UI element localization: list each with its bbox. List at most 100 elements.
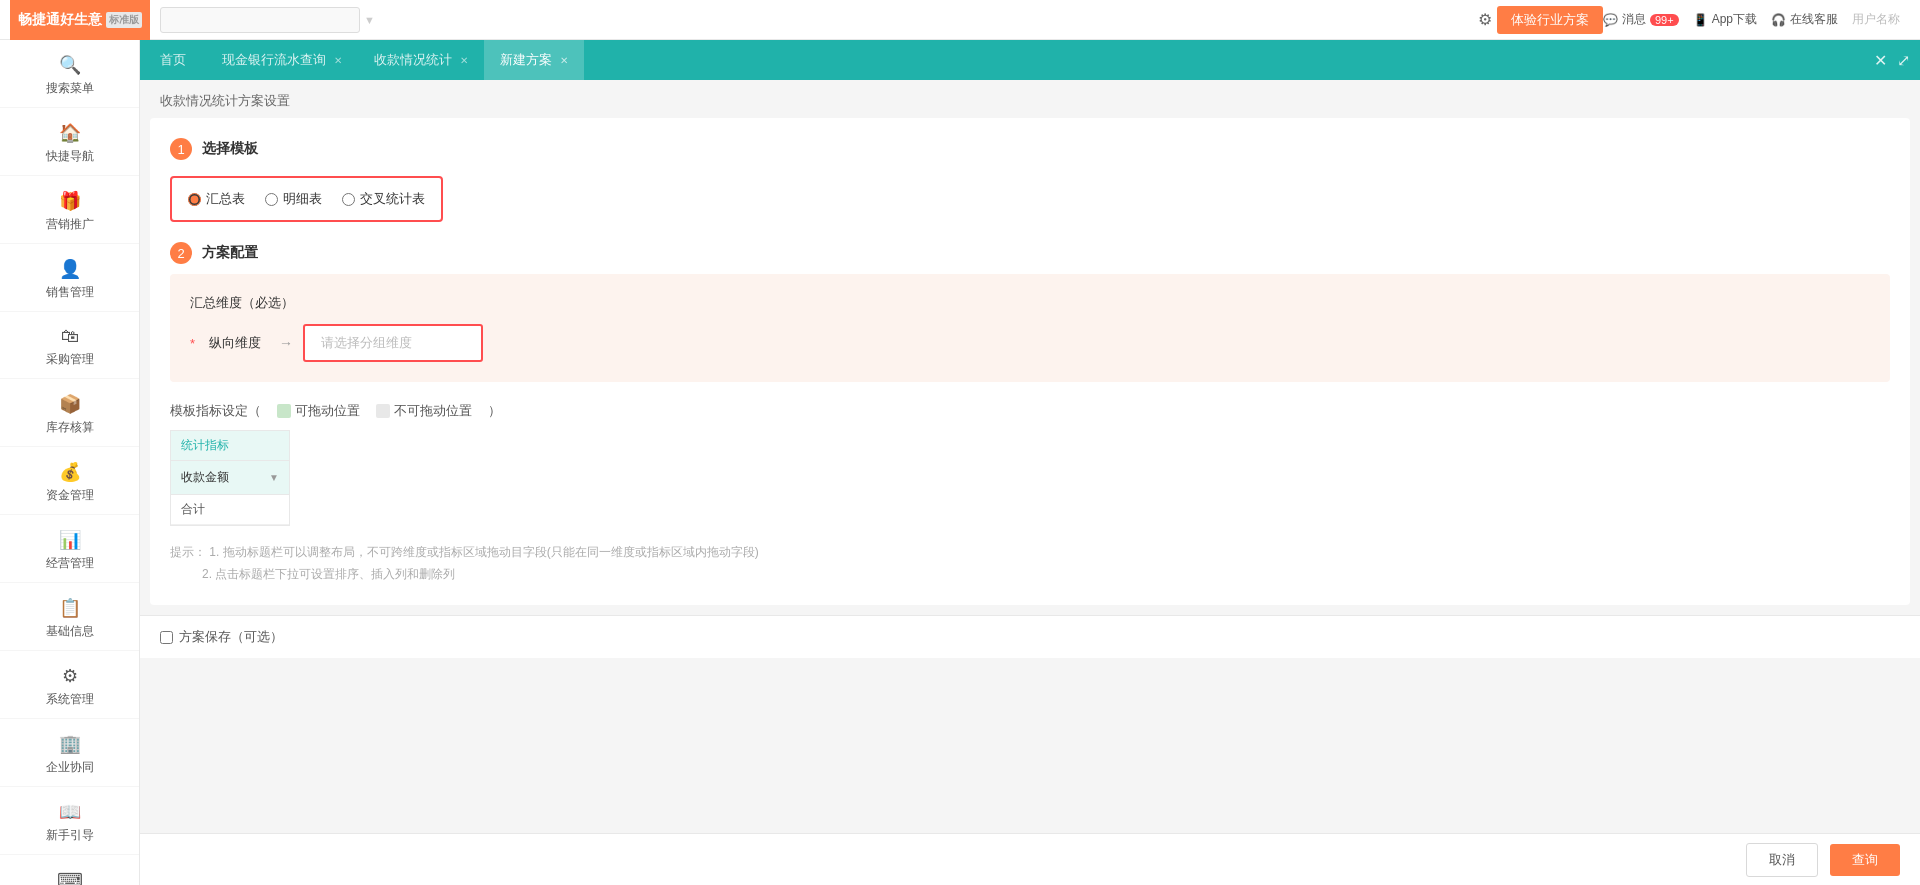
gear-icon[interactable]: ⚙ <box>1473 8 1497 32</box>
close-window-icon[interactable]: ✕ <box>1874 51 1887 70</box>
metrics-setting-label: 模板指标设定（ <box>170 402 261 420</box>
sidebar-item-purchase[interactable]: 🛍 采购管理 <box>0 312 139 379</box>
tabs-bar: 首页 现金银行流水查询 ✕ 收款情况统计 ✕ 新建方案 ✕ ✕ ⤢ <box>140 40 1920 80</box>
header-actions: 💬 消息 99+ 📱 App下载 🎧 在线客服 用户名称 <box>1603 11 1910 28</box>
tab-home[interactable]: 首页 <box>140 40 206 80</box>
close-cashflow-icon[interactable]: ✕ <box>334 55 342 66</box>
message-action[interactable]: 💬 消息 99+ <box>1603 11 1679 28</box>
sidebar-item-quick[interactable]: 🏠 快捷导航 <box>0 108 139 176</box>
top-bar: 畅捷通好生意 标准版 ▼ ⚙ 体验行业方案 💬 消息 99+ 📱 App下载 🎧… <box>0 0 1920 40</box>
form-section: 1 选择模板 汇总表 明细表 交叉统计表 <box>150 118 1910 605</box>
main-layout: 🔍 搜索菜单 🏠 快捷导航 🎁 营销推广 👤 销售管理 🛍 采购管理 📦 库存核… <box>0 40 1920 885</box>
close-receipt-icon[interactable]: ✕ <box>460 55 468 66</box>
dropdown-arrow-icon[interactable]: ▼ <box>269 472 279 483</box>
radio-summary[interactable]: 汇总表 <box>188 190 245 208</box>
dimension-row: * 纵向维度 → 请选择分组维度 <box>190 324 1870 362</box>
metrics-category-header: 统计指标 <box>171 431 289 461</box>
radio-cross[interactable]: 交叉统计表 <box>342 190 425 208</box>
page-footer: 方案保存（可选） <box>140 615 1920 658</box>
money-icon: 💰 <box>59 461 81 483</box>
sidebar-item-system[interactable]: ⚙ 系统管理 <box>0 651 139 719</box>
step2-title: 方案配置 <box>202 244 258 262</box>
cancel-button[interactable]: 取消 <box>1746 843 1818 877</box>
draggable-dot <box>277 404 291 418</box>
query-button[interactable]: 查询 <box>1830 844 1900 876</box>
message-badge: 99+ <box>1650 14 1679 26</box>
content-area: 首页 现金银行流水查询 ✕ 收款情况统计 ✕ 新建方案 ✕ ✕ ⤢ 收款情况统计… <box>140 40 1920 885</box>
tab-new-plan[interactable]: 新建方案 ✕ <box>484 40 584 80</box>
sidebar-item-sales[interactable]: 👤 销售管理 <box>0 244 139 312</box>
sidebar-label-guide: 新手引导 <box>46 827 94 844</box>
non-draggable-label: 不可拖动位置 <box>394 402 472 420</box>
settings-icon: ⚙ <box>62 665 78 687</box>
tab-receipt-label: 收款情况统计 <box>374 51 452 69</box>
sidebar-item-hardware[interactable]: ⌨ 智能硬件 <box>0 855 139 885</box>
sidebar-item-marketing[interactable]: 🎁 营销推广 <box>0 176 139 244</box>
bag-icon: 🛍 <box>61 326 79 347</box>
sidebar-item-inventory[interactable]: 📦 库存核算 <box>0 379 139 447</box>
metrics-sub-item-total: 合计 <box>171 495 289 525</box>
tab-new-plan-label: 新建方案 <box>500 51 552 69</box>
home-icon: 🏠 <box>59 122 81 144</box>
tips-section: 提示： 1. 拖动标题栏可以调整布局，不可跨维度或指标区域拖动目字段(只能在同一… <box>170 542 1890 585</box>
sidebar-label-enterprise: 企业协同 <box>46 759 94 776</box>
arrow-icon: → <box>279 335 293 351</box>
building-icon: 🏢 <box>59 733 81 755</box>
sidebar-label-quick: 快捷导航 <box>46 148 94 165</box>
dimension-area: 汇总维度（必选） * 纵向维度 → 请选择分组维度 <box>170 274 1890 382</box>
sidebar-label-purchase: 采购管理 <box>46 351 94 368</box>
service-icon: 🎧 <box>1771 13 1786 27</box>
book-icon: 📖 <box>59 801 81 823</box>
maximize-icon[interactable]: ⤢ <box>1897 51 1910 70</box>
download-action[interactable]: 📱 App下载 <box>1693 11 1757 28</box>
save-checkbox[interactable] <box>160 631 173 644</box>
sidebar-label-search: 搜索菜单 <box>46 80 94 97</box>
sidebar-item-operation[interactable]: 📊 经营管理 <box>0 515 139 583</box>
sidebar-label-marketing: 营销推广 <box>46 216 94 233</box>
user-name: 用户名称 <box>1852 11 1900 28</box>
industry-button[interactable]: 体验行业方案 <box>1497 6 1603 34</box>
step1-title: 选择模板 <box>202 140 258 158</box>
page-header: 收款情况统计方案设置 <box>140 80 1920 118</box>
page-content: 收款情况统计方案设置 1 选择模板 汇总表 明细表 <box>140 80 1920 885</box>
tabs-right-actions: ✕ ⤢ <box>1874 51 1920 70</box>
sidebar-item-enterprise[interactable]: 🏢 企业协同 <box>0 719 139 787</box>
tab-cashflow[interactable]: 现金银行流水查询 ✕ <box>206 40 358 80</box>
draggable-label: 可拖动位置 <box>295 402 360 420</box>
search-input[interactable] <box>160 7 360 33</box>
template-selection: 汇总表 明细表 交叉统计表 <box>170 176 443 222</box>
sidebar-label-sales: 销售管理 <box>46 284 94 301</box>
row-label: 纵向维度 <box>209 334 269 352</box>
gift-icon: 🎁 <box>59 190 81 212</box>
service-action[interactable]: 🎧 在线客服 <box>1771 11 1838 28</box>
non-draggable-legend: 不可拖动位置 <box>376 402 472 420</box>
metrics-item-receipts[interactable]: 收款金额 ▼ <box>171 461 289 495</box>
dimension-selector[interactable]: 请选择分组维度 <box>303 324 483 362</box>
metrics-grid: 统计指标 收款金额 ▼ 合计 <box>170 430 1890 526</box>
close-new-plan-icon[interactable]: ✕ <box>560 55 568 66</box>
sidebar-label-system: 系统管理 <box>46 691 94 708</box>
radio-summary-input[interactable] <box>188 193 201 206</box>
download-icon: 📱 <box>1693 13 1708 27</box>
radio-summary-label: 汇总表 <box>206 190 245 208</box>
sidebar-item-basic[interactable]: 📋 基础信息 <box>0 583 139 651</box>
sidebar-item-guide[interactable]: 📖 新手引导 <box>0 787 139 855</box>
sidebar-item-finance[interactable]: 💰 资金管理 <box>0 447 139 515</box>
sidebar-label-inventory: 库存核算 <box>46 419 94 436</box>
logo-sub: 标准版 <box>106 12 142 28</box>
tab-receipt[interactable]: 收款情况统计 ✕ <box>358 40 484 80</box>
radio-cross-input[interactable] <box>342 193 355 206</box>
step1-label: 1 选择模板 <box>170 138 1890 160</box>
step1-number: 1 <box>170 138 192 160</box>
radio-cross-label: 交叉统计表 <box>360 190 425 208</box>
metrics-header: 模板指标设定（ 可拖动位置 不可拖动位置 ） <box>170 402 1890 420</box>
config-section: 2 方案配置 汇总维度（必选） * 纵向维度 → 请选择分组维度 <box>170 242 1890 585</box>
sidebar-item-search[interactable]: 🔍 搜索菜单 <box>0 40 139 108</box>
save-label: 方案保存（可选） <box>179 628 283 646</box>
radio-detail-label: 明细表 <box>283 190 322 208</box>
dimension-label: 汇总维度（必选） <box>190 294 1870 312</box>
radio-detail[interactable]: 明细表 <box>265 190 322 208</box>
draggable-legend: 可拖动位置 <box>277 402 360 420</box>
person-icon: 👤 <box>59 258 81 280</box>
radio-detail-input[interactable] <box>265 193 278 206</box>
